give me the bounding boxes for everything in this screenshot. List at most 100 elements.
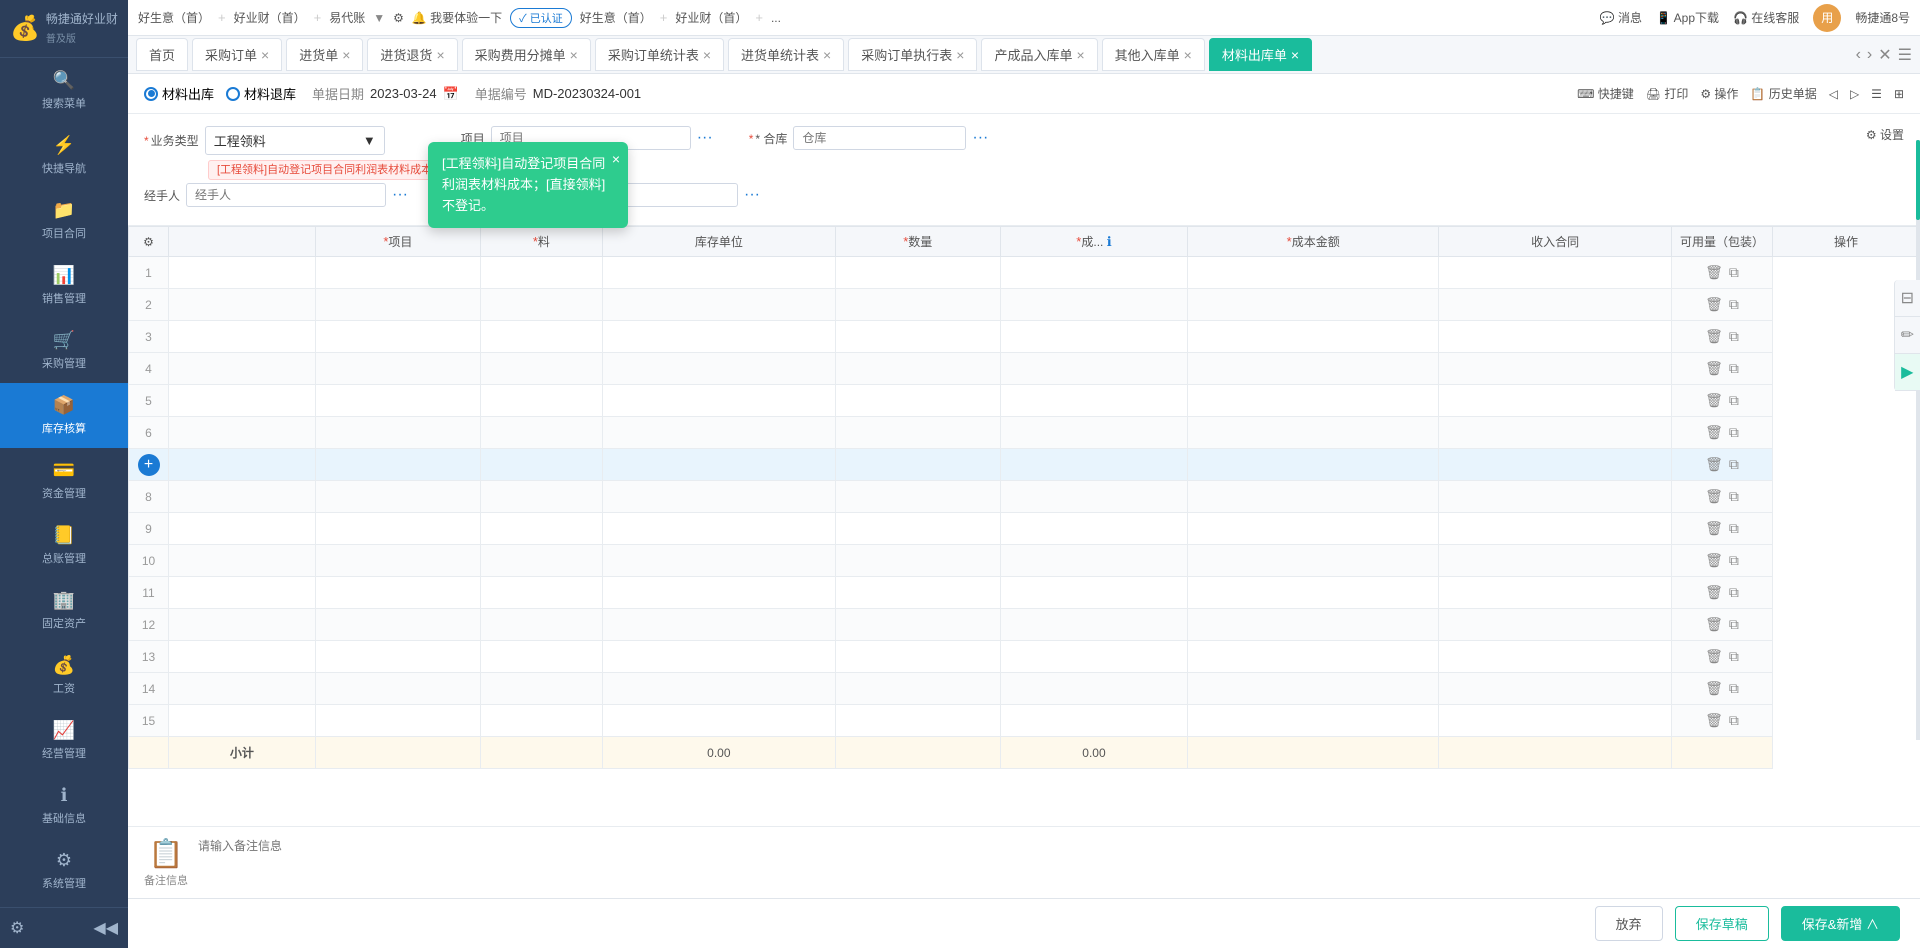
cell-active-material[interactable] (315, 449, 480, 481)
delete-icon-6[interactable]: 🗑 (1705, 424, 1723, 441)
topbar-experience[interactable]: 🔔 我要体验一下 (412, 9, 502, 26)
cell-material-2[interactable] (315, 289, 480, 321)
cell-unit-2[interactable] (480, 289, 602, 321)
scrollbar-track[interactable] (1916, 140, 1920, 740)
cell-cost-2[interactable] (835, 289, 1000, 321)
menu-icon[interactable]: ☰ (1898, 45, 1912, 65)
settings-btn[interactable]: ⚙ 设置 (1866, 126, 1904, 143)
sidebar-item-ledger[interactable]: 📒 总账管理 (0, 513, 128, 578)
delete-icon-12[interactable]: 🗑 (1705, 616, 1723, 633)
tab-close-icon[interactable]: × (1291, 47, 1299, 63)
warehouse-input[interactable] (793, 126, 966, 150)
topbar-online-service[interactable]: 🎧 在线客服 (1733, 9, 1799, 26)
collapse-icon[interactable]: ◀◀ (93, 918, 118, 938)
settings-bottom-icon[interactable]: ⚙ (10, 918, 24, 938)
list-view-icon[interactable]: ☰ (1871, 87, 1882, 101)
tab-next-icon[interactable]: › (1867, 46, 1872, 64)
tab-close-icon[interactable]: × (261, 47, 269, 63)
tab-incoming-stats[interactable]: 进货单统计表× (728, 38, 844, 71)
tab-home[interactable]: 首页 (136, 38, 188, 71)
topbar-app-download[interactable]: 📱 App下载 (1656, 9, 1719, 26)
tab-purchase-exec[interactable]: 采购订单执行表× (848, 38, 977, 71)
topbar-item-haoshengyi2[interactable]: 好生意（首） (580, 9, 652, 26)
shortcut-btn[interactable]: ⌨ 快捷键 (1577, 85, 1634, 102)
tab-close-icon[interactable]: × (703, 47, 711, 63)
delete-icon-3[interactable]: 🗑 (1705, 328, 1723, 345)
sidebar-item-assets[interactable]: 🏢 固定资产 (0, 578, 128, 643)
cell-project-2[interactable] (169, 289, 316, 321)
topbar-settings-icon[interactable]: ⚙ (393, 11, 404, 25)
business-type-select[interactable]: 工程领料 ▼ (205, 126, 385, 155)
cell-quantity-2[interactable] (602, 289, 835, 321)
delete-icon-7[interactable]: 🗑 (1705, 456, 1723, 473)
cost-info-icon[interactable]: ℹ (1107, 234, 1112, 249)
sidebar-item-project[interactable]: 📁 项目合同 (0, 188, 128, 253)
warehouse-dots-icon[interactable]: ··· (972, 129, 988, 147)
topbar-dropdown-arrow[interactable]: ▼ (373, 11, 385, 25)
delete-icon-2[interactable]: 🗑 (1705, 296, 1723, 313)
sidebar-item-inventory[interactable]: 📦 库存核算 (0, 383, 128, 448)
tab-other-inbound[interactable]: 其他入库单× (1102, 38, 1205, 71)
right-panel-icon-3[interactable]: ▶ (1895, 354, 1920, 391)
delete-icon-10[interactable]: 🗑 (1705, 552, 1723, 569)
cell-available-1[interactable] (1439, 257, 1672, 289)
delete-icon-5[interactable]: 🗑 (1705, 392, 1723, 409)
radio-material-out[interactable]: 材料出库 (144, 84, 214, 103)
history-btn[interactable]: 📋 历史单据 (1750, 85, 1816, 102)
sidebar-item-quick-nav[interactable]: ⚡ 快捷导航 (0, 123, 128, 188)
tab-close-icon[interactable]: × (342, 47, 350, 63)
tab-close-icon[interactable]: × (436, 47, 444, 63)
copy-icon-13[interactable]: ⧉ (1729, 648, 1739, 665)
copy-icon-14[interactable]: ⧉ (1729, 680, 1739, 697)
tab-product-inbound[interactable]: 产成品入库单× (981, 38, 1097, 71)
copy-icon-1[interactable]: ⧉ (1729, 264, 1739, 281)
handler-input[interactable] (186, 183, 386, 207)
copy-icon-8[interactable]: ⧉ (1729, 488, 1739, 505)
delete-icon-13[interactable]: 🗑 (1705, 648, 1723, 665)
copy-icon-3[interactable]: ⧉ (1729, 328, 1739, 345)
income-contract-dots-icon[interactable]: ··· (744, 186, 760, 204)
sidebar-item-basic-info[interactable]: ℹ 基础信息 (0, 773, 128, 838)
cell-cost-amount-2[interactable] (1000, 289, 1188, 321)
topbar-message[interactable]: 💬 消息 (1600, 9, 1642, 26)
tab-incoming[interactable]: 进货单× (286, 38, 363, 71)
sidebar-item-system[interactable]: ⚙ 系统管理 (0, 838, 128, 903)
topbar-item-yidaizhang[interactable]: 易代账 (329, 9, 365, 26)
delete-icon-14[interactable]: 🗑 (1705, 680, 1723, 697)
copy-icon-11[interactable]: ⧉ (1729, 584, 1739, 601)
user-name[interactable]: 畅捷通8号 (1855, 9, 1910, 26)
delete-icon-9[interactable]: 🗑 (1705, 520, 1723, 537)
next-record-icon[interactable]: ▷ (1850, 87, 1859, 101)
cell-quantity-1[interactable] (602, 257, 835, 289)
tab-purchase-expense[interactable]: 采购费用分摊单× (462, 38, 591, 71)
col-settings[interactable]: ⚙ (129, 227, 169, 257)
discard-button[interactable]: 放弃 (1595, 906, 1663, 941)
copy-icon-7[interactable]: ⧉ (1729, 456, 1739, 473)
topbar-item-haoyecai[interactable]: 好业财（首） (234, 9, 306, 26)
right-panel-icon-1[interactable]: ⊟ (1895, 280, 1920, 317)
cell-unit-1[interactable] (480, 257, 602, 289)
cell-available-2[interactable] (1439, 289, 1672, 321)
right-panel-icon-2[interactable]: ✏ (1895, 317, 1920, 354)
notes-input[interactable] (198, 837, 1904, 865)
delete-icon-8[interactable]: 🗑 (1705, 488, 1723, 505)
tab-purchase-order[interactable]: 采购订单× (192, 38, 282, 71)
cell-cost-1[interactable] (835, 257, 1000, 289)
topbar-item-more[interactable]: ... (771, 11, 781, 25)
tab-material-outbound[interactable]: 材料出库单× (1209, 38, 1312, 71)
cell-cost-amount-1[interactable] (1000, 257, 1188, 289)
delete-icon-1[interactable]: 🗑 (1705, 264, 1723, 281)
sidebar-item-purchase[interactable]: 🛒 采购管理 (0, 318, 128, 383)
copy-icon-5[interactable]: ⧉ (1729, 392, 1739, 409)
copy-icon-2[interactable]: ⧉ (1729, 296, 1739, 313)
copy-icon-9[interactable]: ⧉ (1729, 520, 1739, 537)
sidebar-item-operations[interactable]: 📈 经营管理 (0, 708, 128, 773)
handler-dots-icon[interactable]: ··· (392, 186, 408, 204)
prev-record-icon[interactable]: ◁ (1829, 87, 1838, 101)
tab-close-icon[interactable]: × (570, 47, 578, 63)
delete-icon-4[interactable]: 🗑 (1705, 360, 1723, 377)
radio-material-return[interactable]: 材料退库 (226, 84, 296, 103)
sidebar-item-payroll[interactable]: 💰 工资 (0, 643, 128, 708)
tab-incoming-return[interactable]: 进货退货× (367, 38, 457, 71)
add-row-button[interactable]: + (138, 454, 160, 476)
